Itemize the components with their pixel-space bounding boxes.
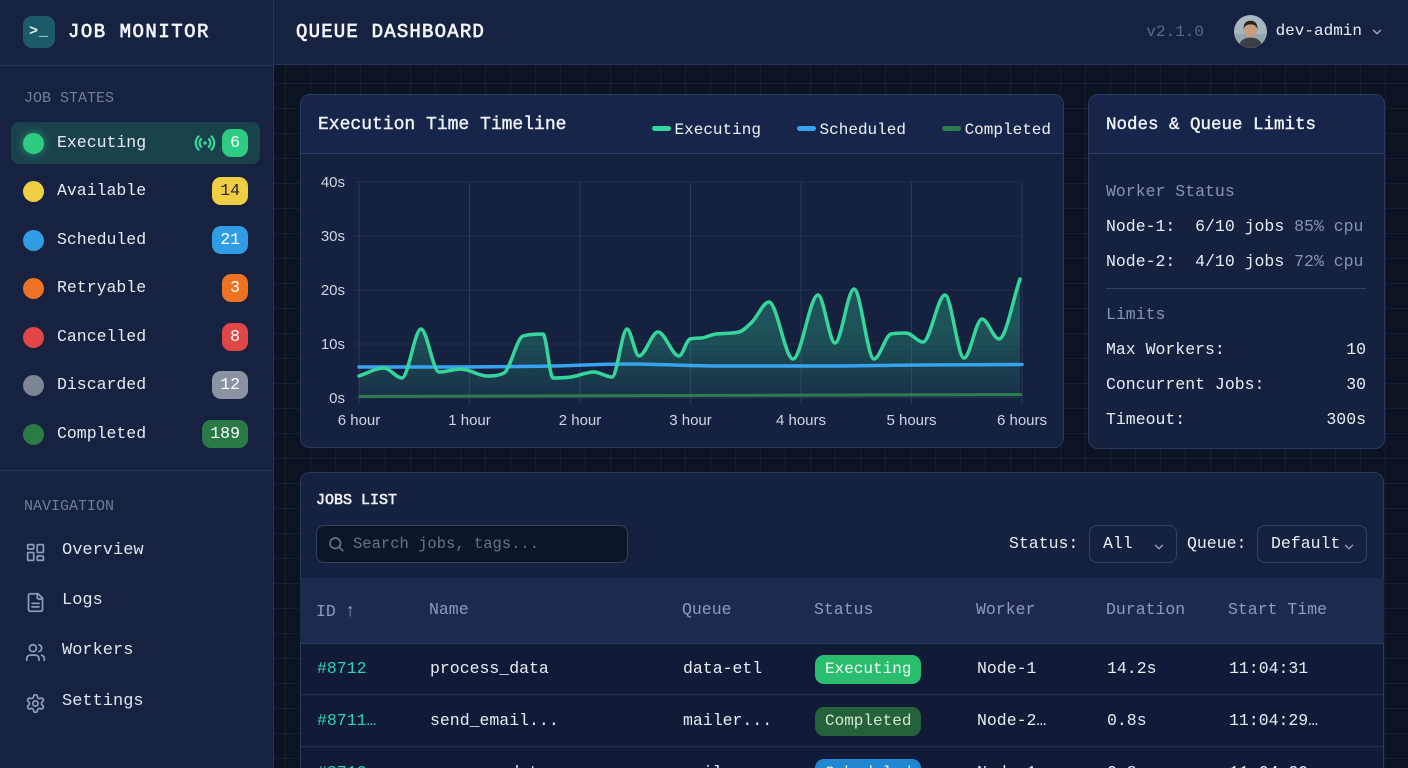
svg-text:40s: 40s	[321, 174, 345, 191]
svg-text:20s: 20s	[321, 282, 345, 299]
svg-text:30s: 30s	[321, 228, 345, 245]
svg-text:3 hour: 3 hour	[669, 412, 712, 429]
svg-text:6 hours: 6 hours	[997, 412, 1047, 429]
svg-text:4 hours: 4 hours	[776, 412, 826, 429]
svg-text:2 hour: 2 hour	[559, 412, 602, 429]
svg-text:6 hour: 6 hour	[338, 412, 381, 429]
svg-text:1 hour: 1 hour	[448, 412, 491, 429]
svg-text:5 hours: 5 hours	[886, 412, 936, 429]
svg-text:0s: 0s	[329, 390, 345, 407]
svg-text:10s: 10s	[321, 336, 345, 353]
